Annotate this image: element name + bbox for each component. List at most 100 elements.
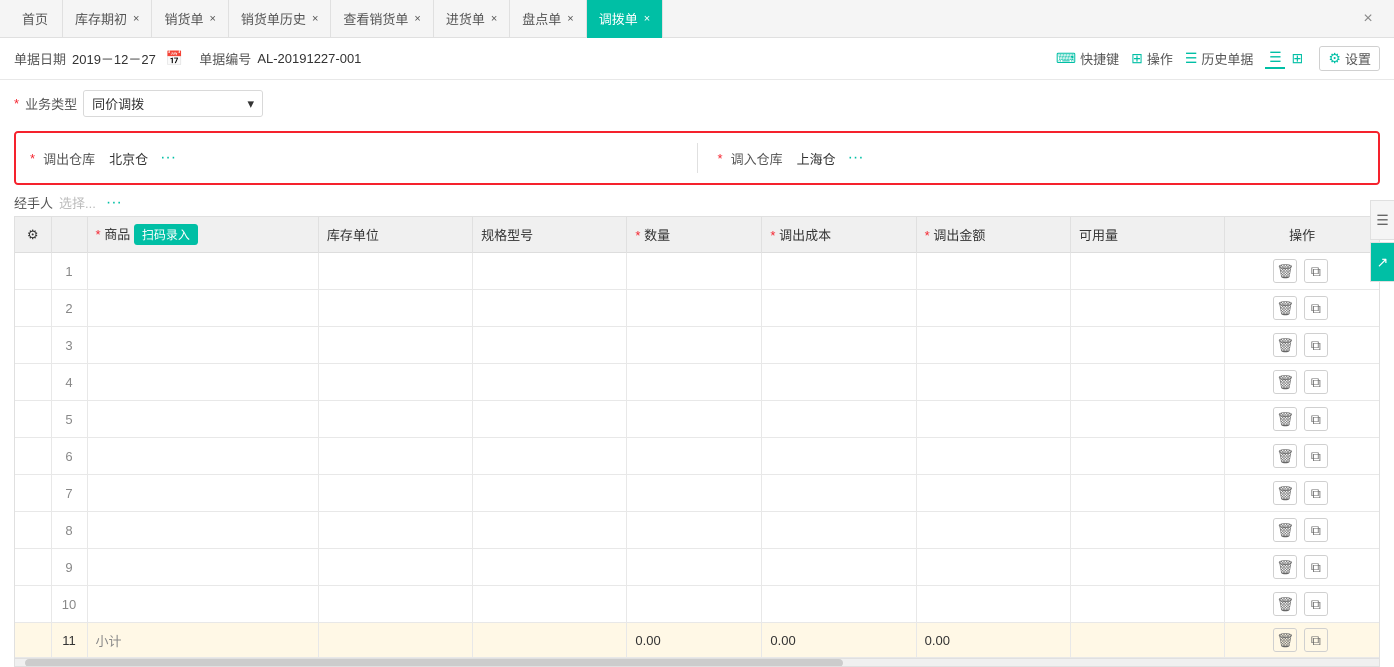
row-qty[interactable] — [627, 549, 762, 586]
row-copy-btn[interactable]: ⧉ — [1304, 333, 1328, 357]
row-copy-btn[interactable]: ⧉ — [1304, 518, 1328, 542]
row-spec[interactable] — [473, 475, 627, 512]
row-trash-btn[interactable]: 🗑 — [1273, 407, 1297, 431]
row-product[interactable] — [87, 327, 318, 364]
row-cost[interactable] — [762, 475, 916, 512]
row-cost[interactable] — [762, 586, 916, 623]
horizontal-scrollbar[interactable] — [15, 658, 1379, 666]
row-trash-btn[interactable]: 🗑 — [1273, 444, 1297, 468]
tab-transfer[interactable]: 调拨单 × — [587, 0, 663, 38]
row-product[interactable] — [87, 253, 318, 290]
row-qty[interactable] — [627, 401, 762, 438]
row-copy-btn[interactable]: ⧉ — [1304, 555, 1328, 579]
row-product[interactable] — [87, 512, 318, 549]
col-gear[interactable]: ⚙ — [15, 217, 51, 253]
tab-home[interactable]: 首页 — [8, 0, 63, 38]
row-copy-btn[interactable]: ⧉ — [1304, 592, 1328, 616]
row-spec[interactable] — [473, 327, 627, 364]
row-amount[interactable] — [916, 438, 1070, 475]
tab-sales-history[interactable]: 销货单历史 × — [229, 0, 331, 38]
settings-button[interactable]: ⚙ 设置 — [1319, 46, 1380, 71]
row-copy-btn[interactable]: ⧉ — [1304, 370, 1328, 394]
row-unit[interactable] — [318, 401, 472, 438]
side-external-button[interactable]: ↗ — [1370, 242, 1394, 282]
row-copy-btn[interactable]: ⧉ — [1304, 259, 1328, 283]
row-unit[interactable] — [318, 586, 472, 623]
row-copy-btn[interactable]: ⧉ — [1304, 296, 1328, 320]
tab-check-sales[interactable]: 查看销货单 × — [331, 0, 433, 38]
row-amount[interactable] — [916, 253, 1070, 290]
row-qty[interactable] — [627, 512, 762, 549]
scan-button[interactable]: 扫码录入 — [134, 224, 198, 245]
calendar-icon[interactable]: 📅 — [166, 50, 183, 67]
row-cost[interactable] — [762, 438, 916, 475]
row-amount[interactable] — [916, 512, 1070, 549]
tab-inventory-init-close[interactable]: × — [133, 13, 139, 25]
row-qty[interactable] — [627, 364, 762, 401]
row-product[interactable] — [87, 401, 318, 438]
row-qty[interactable] — [627, 475, 762, 512]
row-unit[interactable] — [318, 438, 472, 475]
row-copy-btn[interactable]: ⧉ — [1304, 481, 1328, 505]
row-spec[interactable] — [473, 401, 627, 438]
row-product[interactable] — [87, 438, 318, 475]
row-unit[interactable] — [318, 512, 472, 549]
row-spec[interactable] — [473, 438, 627, 475]
row-unit[interactable] — [318, 475, 472, 512]
row-copy-btn[interactable]: ⧉ — [1304, 407, 1328, 431]
row-spec[interactable] — [473, 549, 627, 586]
tab-stocktake-close[interactable]: × — [567, 13, 573, 25]
row-amount[interactable] — [916, 586, 1070, 623]
row-qty[interactable] — [627, 438, 762, 475]
row-spec[interactable] — [473, 253, 627, 290]
row-unit[interactable] — [318, 253, 472, 290]
row-cost[interactable] — [762, 512, 916, 549]
row-spec[interactable] — [473, 364, 627, 401]
tab-sales-order[interactable]: 销货单 × — [152, 0, 228, 38]
side-list-button[interactable]: ☰ — [1370, 200, 1394, 240]
row-product[interactable] — [87, 586, 318, 623]
history-action[interactable]: ☰ 历史单据 — [1185, 49, 1254, 68]
row-qty[interactable] — [627, 290, 762, 327]
row-trash-btn[interactable]: 🗑 — [1273, 259, 1297, 283]
row-cost[interactable] — [762, 253, 916, 290]
row-product[interactable] — [87, 290, 318, 327]
subtotal-trash-btn[interactable]: 🗑 — [1273, 628, 1297, 652]
row-amount[interactable] — [916, 475, 1070, 512]
warehouse-out-dots[interactable]: ··· — [156, 149, 180, 167]
tab-sales-history-close[interactable]: × — [312, 13, 318, 25]
tab-purchase-order[interactable]: 进货单 × — [434, 0, 510, 38]
row-trash-btn[interactable]: 🗑 — [1273, 296, 1297, 320]
subtotal-copy-btn[interactable]: ⧉ — [1304, 628, 1328, 652]
row-amount[interactable] — [916, 401, 1070, 438]
handler-placeholder[interactable]: 选择... — [59, 193, 96, 212]
tab-inventory-init[interactable]: 库存期初 × — [63, 0, 152, 38]
row-product[interactable] — [87, 475, 318, 512]
handler-dots[interactable]: ··· — [102, 194, 126, 212]
operations-action[interactable]: ⊞ 操作 — [1131, 49, 1173, 68]
row-amount[interactable] — [916, 290, 1070, 327]
row-amount[interactable] — [916, 549, 1070, 586]
row-unit[interactable] — [318, 327, 472, 364]
shortcut-action[interactable]: ⌨ 快捷键 — [1056, 49, 1119, 68]
row-unit[interactable] — [318, 364, 472, 401]
row-cost[interactable] — [762, 364, 916, 401]
business-type-select[interactable]: 同价调拨 ▾ — [83, 90, 263, 117]
row-product[interactable] — [87, 364, 318, 401]
scrollbar-thumb[interactable] — [25, 659, 843, 667]
row-qty[interactable] — [627, 253, 762, 290]
row-spec[interactable] — [473, 512, 627, 549]
row-trash-btn[interactable]: 🗑 — [1273, 592, 1297, 616]
row-amount[interactable] — [916, 327, 1070, 364]
window-close-button[interactable]: × — [1350, 1, 1386, 37]
row-cost[interactable] — [762, 327, 916, 364]
tab-purchase-order-close[interactable]: × — [491, 13, 497, 25]
row-unit[interactable] — [318, 290, 472, 327]
row-spec[interactable] — [473, 290, 627, 327]
row-qty[interactable] — [627, 586, 762, 623]
row-trash-btn[interactable]: 🗑 — [1273, 333, 1297, 357]
warehouse-in-dots[interactable]: ··· — [844, 149, 868, 167]
layout-grid-icon[interactable]: ⊞ — [1287, 49, 1307, 69]
row-cost[interactable] — [762, 401, 916, 438]
tab-transfer-close[interactable]: × — [644, 13, 650, 25]
